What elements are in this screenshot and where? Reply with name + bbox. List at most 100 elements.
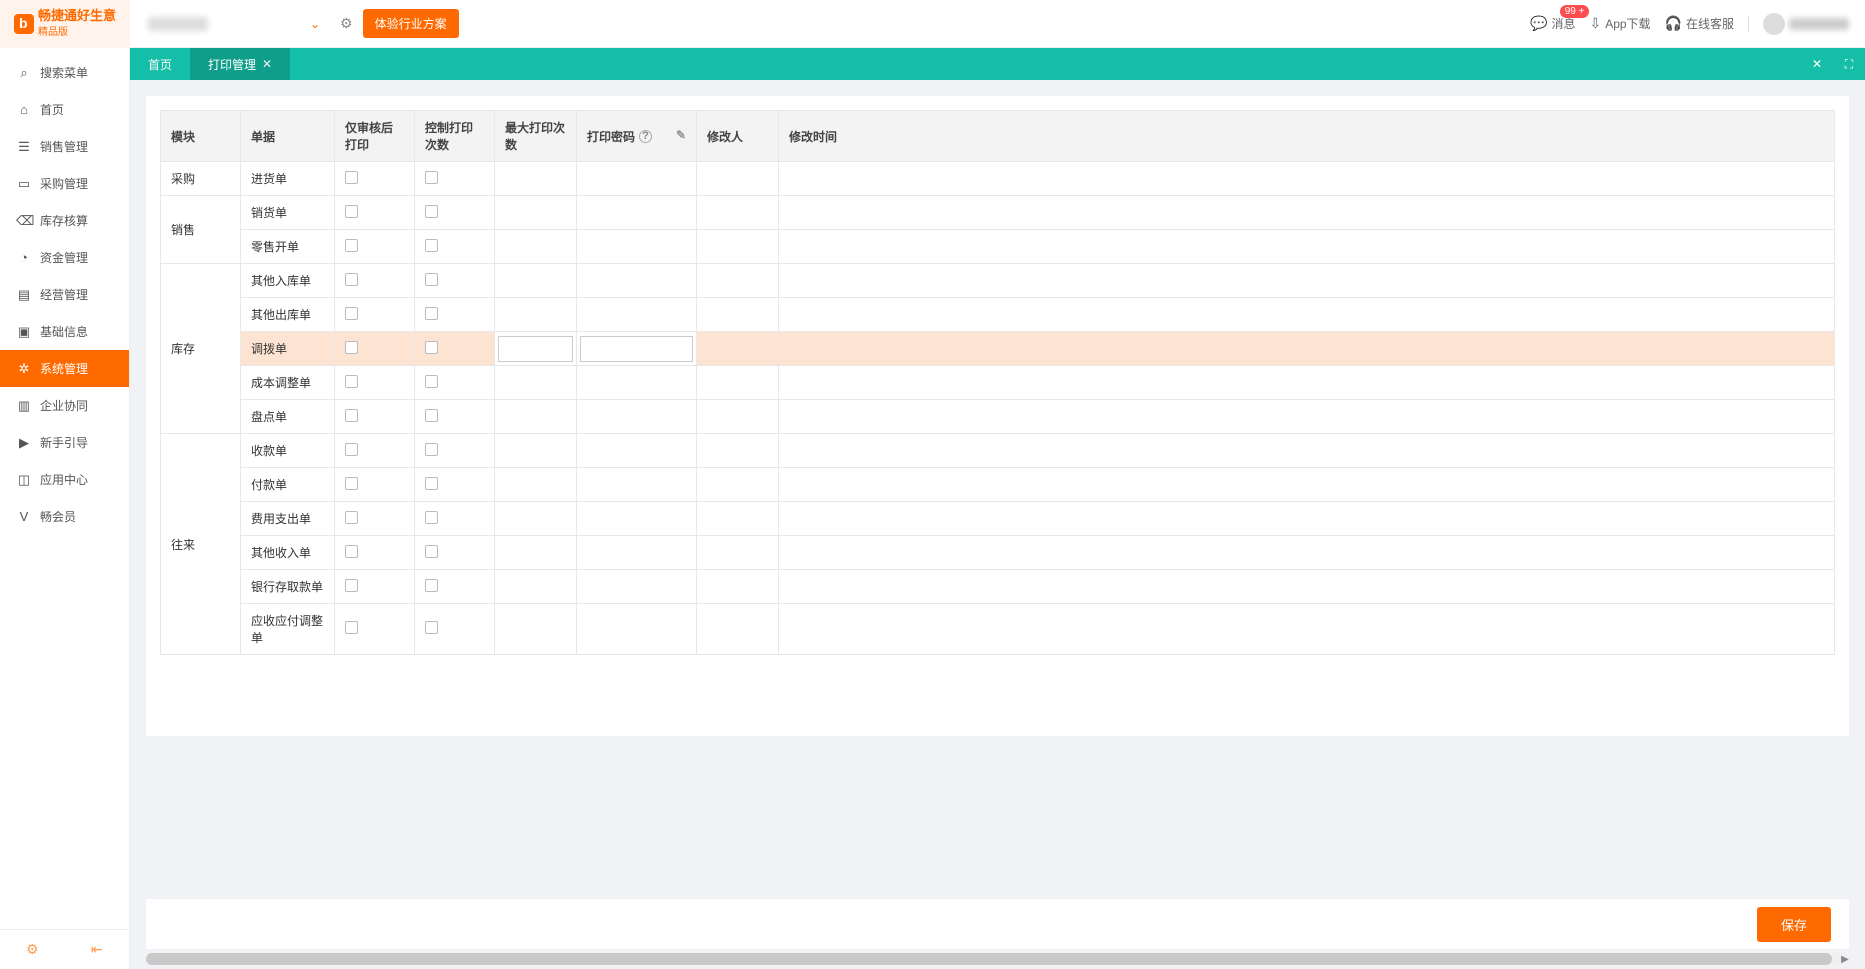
app-download-button[interactable]: ⇩ App下载 bbox=[1589, 15, 1650, 32]
doc-cell: 付款单 bbox=[241, 468, 335, 502]
sidebar-item-system-mgmt[interactable]: ✲系统管理 bbox=[0, 350, 129, 387]
checkbox[interactable] bbox=[425, 205, 438, 218]
control-count-cell bbox=[415, 298, 495, 332]
module-cell: 采购 bbox=[161, 162, 241, 196]
modified-at-cell bbox=[779, 264, 1835, 298]
sidebar-item-label: 系统管理 bbox=[40, 360, 88, 377]
password-input[interactable] bbox=[580, 336, 693, 362]
modified-at-cell bbox=[779, 502, 1835, 536]
checkbox[interactable] bbox=[345, 273, 358, 286]
checkbox[interactable] bbox=[425, 341, 438, 354]
sidebar-item-vip[interactable]: V畅会员 bbox=[0, 498, 129, 535]
sidebar: ⌕搜索菜单⌂首页☰销售管理▭采购管理⌫库存核算◔资金管理▤经营管理▣基础信息✲系… bbox=[0, 48, 130, 969]
sidebar-item-enterprise[interactable]: ▥企业协同 bbox=[0, 387, 129, 424]
checkbox[interactable] bbox=[345, 477, 358, 490]
org-selector[interactable]: ⌄ bbox=[130, 17, 330, 31]
checkbox[interactable] bbox=[345, 443, 358, 456]
sidebar-item-label: 应用中心 bbox=[40, 471, 88, 488]
avatar-icon bbox=[1763, 13, 1785, 35]
th-password-label: 打印密码 bbox=[587, 128, 635, 145]
sidebar-item-search-menu[interactable]: ⌕搜索菜单 bbox=[0, 54, 129, 91]
sidebar-item-guide[interactable]: ▶新手引导 bbox=[0, 424, 129, 461]
module-cell: 销售 bbox=[161, 196, 241, 264]
table-row: 采购进货单 bbox=[161, 162, 1835, 196]
sidebar-item-label: 采购管理 bbox=[40, 175, 88, 192]
approved-only-cell bbox=[335, 264, 415, 298]
checkbox[interactable] bbox=[345, 621, 358, 634]
control-count-cell bbox=[415, 196, 495, 230]
checkbox[interactable] bbox=[345, 579, 358, 592]
tabstrip: 首页 打印管理 ✕ ✕ ⛶ bbox=[130, 48, 1865, 80]
basic-info-icon: ▣ bbox=[16, 324, 32, 340]
sidebar-item-label: 经营管理 bbox=[40, 286, 88, 303]
modifier-cell bbox=[697, 502, 779, 536]
sidebar-item-home[interactable]: ⌂首页 bbox=[0, 91, 129, 128]
checkbox[interactable] bbox=[345, 409, 358, 422]
tab-home[interactable]: 首页 bbox=[130, 48, 190, 80]
checkbox[interactable] bbox=[345, 171, 358, 184]
approved-only-cell bbox=[335, 332, 415, 366]
horizontal-scrollbar[interactable]: ◀ ▶ bbox=[146, 953, 1849, 965]
modified-at-cell bbox=[779, 468, 1835, 502]
sidebar-item-sales-mgmt[interactable]: ☰销售管理 bbox=[0, 128, 129, 165]
checkbox[interactable] bbox=[425, 579, 438, 592]
save-button[interactable]: 保存 bbox=[1757, 907, 1831, 942]
vip-icon: V bbox=[16, 509, 32, 524]
online-service-button[interactable]: 🎧 在线客服 bbox=[1665, 15, 1734, 32]
checkbox[interactable] bbox=[345, 341, 358, 354]
tab-print-mgmt[interactable]: 打印管理 ✕ bbox=[190, 48, 290, 80]
checkbox[interactable] bbox=[345, 545, 358, 558]
close-icon[interactable]: ✕ bbox=[262, 57, 272, 71]
sidebar-item-label: 新手引导 bbox=[40, 434, 88, 451]
sidebar-item-purchase-mgmt[interactable]: ▭采购管理 bbox=[0, 165, 129, 202]
checkbox[interactable] bbox=[345, 205, 358, 218]
sidebar-item-inventory[interactable]: ⌫库存核算 bbox=[0, 202, 129, 239]
modifier-cell bbox=[697, 434, 779, 468]
sidebar-item-basic-info[interactable]: ▣基础信息 bbox=[0, 313, 129, 350]
divider bbox=[1748, 16, 1749, 32]
table-row: 费用支出单 bbox=[161, 502, 1835, 536]
edit-icon[interactable]: ✎ bbox=[676, 128, 686, 142]
sidebar-item-app-center[interactable]: ◫应用中心 bbox=[0, 461, 129, 498]
industry-plan-button[interactable]: 体验行业方案 bbox=[363, 9, 459, 38]
module-cell: 库存 bbox=[161, 264, 241, 434]
checkbox[interactable] bbox=[345, 375, 358, 388]
password-cell bbox=[577, 230, 697, 264]
checkbox[interactable] bbox=[425, 307, 438, 320]
checkbox[interactable] bbox=[425, 477, 438, 490]
messages-button[interactable]: 💬 消息 99 + bbox=[1530, 15, 1575, 32]
checkbox[interactable] bbox=[345, 239, 358, 252]
checkbox[interactable] bbox=[425, 621, 438, 634]
sidebar-footer: ⚙ ⇤ bbox=[0, 929, 129, 969]
collapse-icon-button[interactable]: ⇤ bbox=[65, 930, 130, 969]
checkbox[interactable] bbox=[425, 273, 438, 286]
th-max-count: 最大打印次数 bbox=[495, 111, 577, 162]
fullscreen-icon-button[interactable]: ⛶ bbox=[1833, 48, 1865, 80]
modifier-cell bbox=[697, 570, 779, 604]
control-count-cell bbox=[415, 264, 495, 298]
scroll-right-icon[interactable]: ▶ bbox=[1839, 953, 1851, 965]
checkbox[interactable] bbox=[425, 545, 438, 558]
sidebar-item-funds[interactable]: ◔资金管理 bbox=[0, 239, 129, 276]
control-count-cell bbox=[415, 604, 495, 655]
table-row: 付款单 bbox=[161, 468, 1835, 502]
checkbox[interactable] bbox=[425, 171, 438, 184]
checkbox[interactable] bbox=[425, 239, 438, 252]
checkbox[interactable] bbox=[345, 511, 358, 524]
sidebar-item-operations[interactable]: ▤经营管理 bbox=[0, 276, 129, 313]
scrollbar-thumb[interactable] bbox=[146, 953, 1832, 965]
max-count-input[interactable] bbox=[498, 336, 573, 362]
user-menu[interactable] bbox=[1763, 13, 1849, 35]
checkbox[interactable] bbox=[425, 443, 438, 456]
checkbox[interactable] bbox=[345, 307, 358, 320]
checkbox[interactable] bbox=[425, 511, 438, 524]
password-cell bbox=[577, 400, 697, 434]
gear-icon[interactable]: ⚙ bbox=[340, 15, 353, 32]
tab-close-all-button[interactable]: ✕ bbox=[1801, 48, 1833, 80]
help-icon[interactable]: ? bbox=[639, 130, 652, 143]
enterprise-icon: ▥ bbox=[16, 398, 32, 414]
checkbox[interactable] bbox=[425, 409, 438, 422]
org-name-blurred bbox=[148, 17, 208, 31]
checkbox[interactable] bbox=[425, 375, 438, 388]
settings-icon-button[interactable]: ⚙ bbox=[0, 930, 65, 969]
